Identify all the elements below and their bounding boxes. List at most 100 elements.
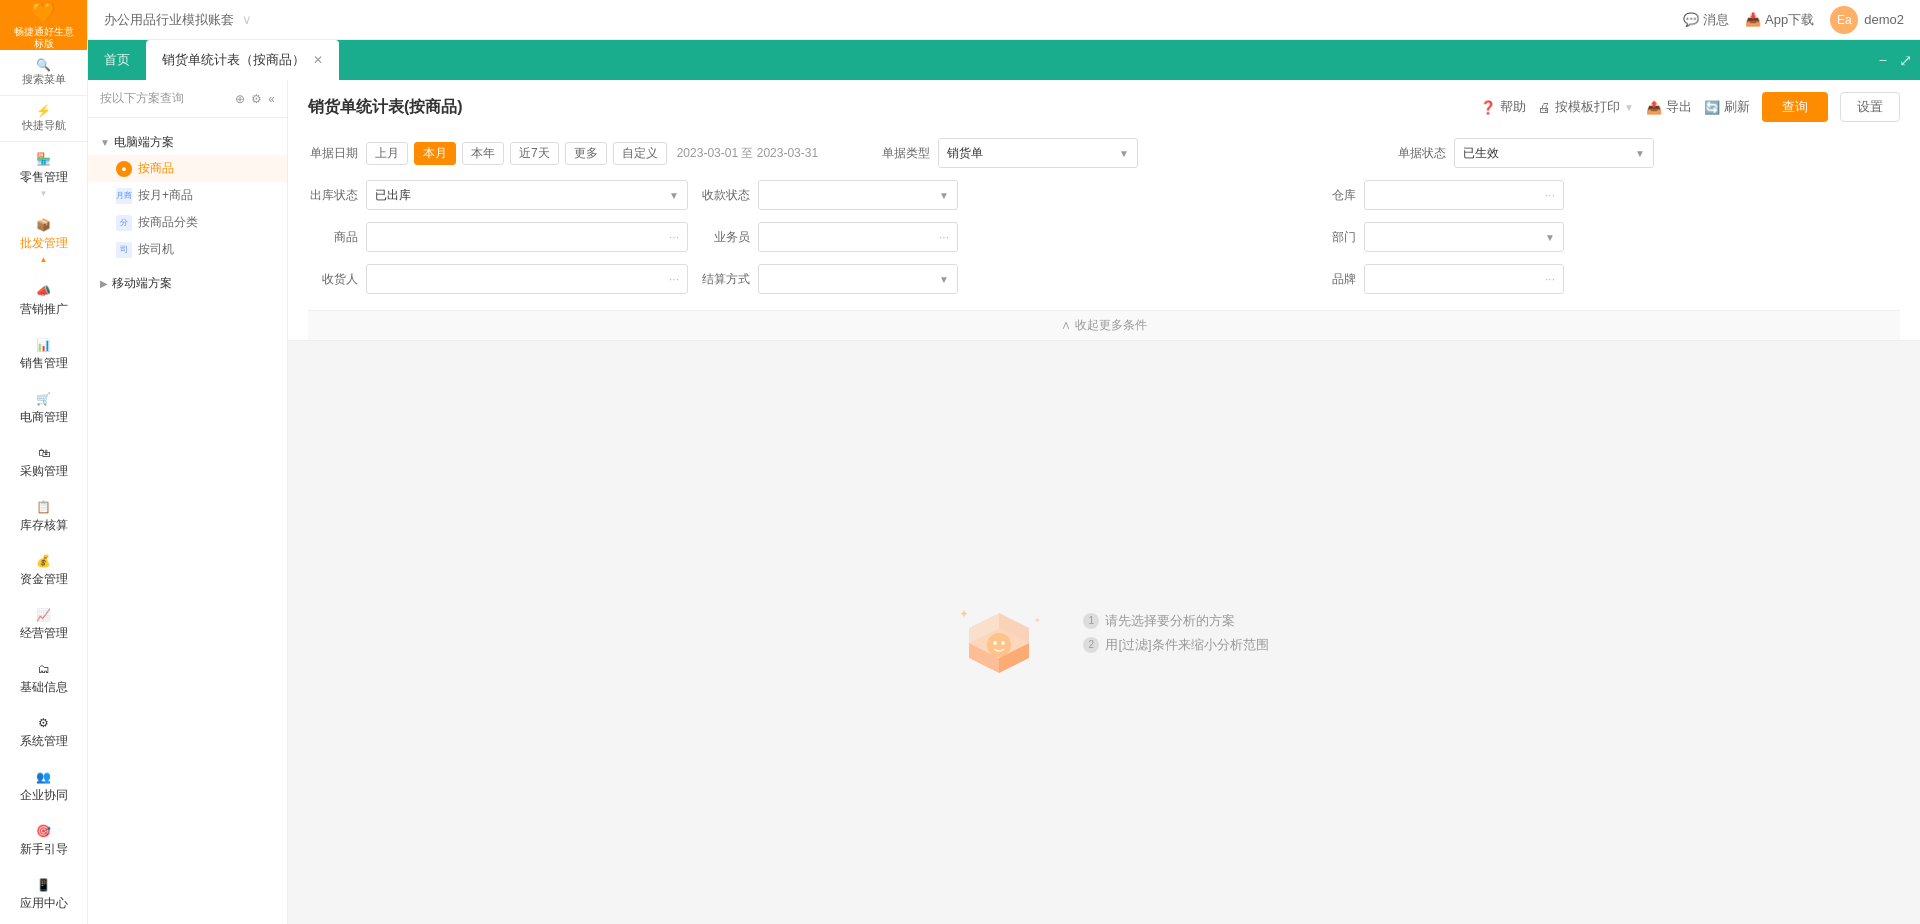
staff-filter: 业务员 ···	[700, 222, 1294, 252]
settle-select[interactable]: ▼	[758, 264, 958, 294]
date-custom[interactable]: 自定义	[613, 142, 667, 165]
tab-home[interactable]: 首页	[88, 40, 146, 80]
query-button[interactable]: 查询	[1762, 92, 1828, 122]
receiver-filter: 收货人 ···	[308, 264, 688, 294]
basic-icon: 🗂	[38, 662, 50, 676]
sidebar-search[interactable]: 🔍 搜索菜单	[0, 50, 87, 96]
goods-input[interactable]: ···	[366, 222, 688, 252]
sidebar-item-inventory[interactable]: 📋 库存核算	[0, 490, 87, 544]
finance-icon: 💰	[36, 554, 51, 568]
sidebar-item-enterprise[interactable]: 👥 企业协同	[0, 760, 87, 814]
quick-nav-icon: ⚡	[0, 104, 87, 118]
dept-arrow-icon: ▼	[1545, 232, 1555, 243]
out-status-filter: 出库状态 已出库 ▼	[308, 180, 688, 210]
username: demo2	[1864, 12, 1904, 27]
sidebar-item-quick-nav[interactable]: ⚡ 快捷导航	[0, 96, 87, 142]
topbar-left: 办公用品行业模拟账套 ∨	[104, 11, 252, 29]
sidebar-item-purchase[interactable]: 🛍 采购管理	[0, 436, 87, 490]
filter-row-4: 收货人 ··· 结算方式 ▼	[308, 264, 1900, 294]
tab-sales-stat[interactable]: 销货单统计表（按商品） ✕	[146, 40, 339, 80]
sales-stat-tab-label: 销货单统计表（按商品）	[162, 51, 305, 69]
export-btn[interactable]: 📤 导出	[1646, 98, 1692, 116]
step-1-num: 1	[1083, 613, 1099, 629]
date-last-month[interactable]: 上月	[366, 142, 408, 165]
apps-icon: 📱	[36, 878, 51, 892]
sidebar-item-sales[interactable]: 📊 销售管理	[0, 328, 87, 382]
page-header: 销货单统计表(按商品) ❓ 帮助 🖨 按模板打印 ▼ 📤	[288, 80, 1920, 341]
message-btn[interactable]: 💬 消息	[1683, 11, 1729, 29]
user-profile[interactable]: Ea demo2	[1830, 6, 1904, 34]
panel-icons: ⊕ ⚙ «	[235, 92, 275, 106]
collapse-bar[interactable]: ∧ 收起更多条件	[308, 310, 1900, 340]
goods-label: 商品	[308, 229, 358, 246]
page-header-top: 销货单统计表(按商品) ❓ 帮助 🖨 按模板打印 ▼ 📤	[308, 92, 1900, 122]
out-select[interactable]: 已出库 ▼	[366, 180, 688, 210]
tree-item-by-month-product[interactable]: 月商 按月+商品	[88, 182, 287, 209]
date-more[interactable]: 更多	[565, 142, 607, 165]
tree-item-by-category[interactable]: 分 按商品分类	[88, 209, 287, 236]
sidebar-item-guide[interactable]: 🎯 新手引导	[0, 814, 87, 868]
product-dot-icon: ●	[116, 161, 132, 177]
date-this-month[interactable]: 本月	[414, 142, 456, 165]
sidebar-item-operation[interactable]: 📈 经营管理	[0, 598, 87, 652]
filter-row-2: 出库状态 已出库 ▼ 收款状态 ▼	[308, 180, 1900, 210]
sidebar-item-marketing[interactable]: 📣 营销推广	[0, 274, 87, 328]
sidebar: 🧡 畅捷通好生意 标版 🔍 搜索菜单 ⚡ 快捷导航 🏪 零售管理 ▼ 📦 批发管…	[0, 0, 88, 924]
brand-input[interactable]: ···	[1364, 264, 1564, 294]
minimize-btn[interactable]: －	[1875, 50, 1891, 71]
goods-filter: 商品 ···	[308, 222, 688, 252]
brand-filter: 品牌 ···	[1306, 264, 1900, 294]
sales-icon: 📊	[36, 338, 51, 352]
sidebar-item-ecommerce[interactable]: 🛒 电商管理	[0, 382, 87, 436]
warehouse-dots[interactable]: ···	[1545, 188, 1555, 202]
date-label: 单据日期	[308, 145, 358, 162]
sidebar-item-system[interactable]: ⚙ 系统管理	[0, 706, 87, 760]
app-download-btn[interactable]: 📥 App下载	[1745, 11, 1814, 29]
logo-icon: 🧡	[31, 0, 56, 24]
add-scheme-icon[interactable]: ⊕	[235, 92, 245, 106]
receiver-label: 收货人	[308, 271, 358, 288]
print-btn[interactable]: 🖨 按模板打印 ▼	[1538, 98, 1634, 116]
purchase-icon: 🛍	[38, 446, 50, 460]
type-select[interactable]: 销货单 ▼	[938, 138, 1138, 168]
settings-scheme-icon[interactable]: ⚙	[251, 92, 262, 106]
breadcrumb: 办公用品行业模拟账套	[104, 11, 234, 29]
sidebar-item-basic[interactable]: 🗂 基础信息	[0, 652, 87, 706]
tabbar-actions: － ⤢	[1875, 50, 1920, 71]
empty-illustration: ✦ ✦	[939, 583, 1059, 683]
dept-filter: 部门 ▼	[1306, 222, 1900, 252]
collect-select[interactable]: ▼	[758, 180, 958, 210]
staff-input[interactable]: ···	[758, 222, 958, 252]
tree-group-mobile-label[interactable]: ▶ 移动端方案	[88, 271, 287, 296]
receiver-input[interactable]: ···	[366, 264, 688, 294]
main-wrapper: 办公用品行业模拟账套 ∨ 💬 消息 📥 App下载 Ea demo2 首页 销货…	[88, 0, 1920, 924]
tree-item-by-printer[interactable]: 司 按司机	[88, 236, 287, 263]
sidebar-item-wholesale[interactable]: 📦 批发管理 ▲	[0, 208, 87, 274]
sidebar-item-finance[interactable]: 💰 资金管理	[0, 544, 87, 598]
warehouse-input[interactable]: ···	[1364, 180, 1564, 210]
setting-button[interactable]: 设置	[1840, 92, 1900, 122]
collapse-panel-icon[interactable]: «	[268, 92, 275, 106]
refresh-btn[interactable]: 🔄 刷新	[1704, 98, 1750, 116]
date-last-7-days[interactable]: 近7天	[510, 142, 559, 165]
status-select[interactable]: 已生效 ▼	[1454, 138, 1654, 168]
sidebar-item-retail[interactable]: 🏪 零售管理 ▼	[0, 142, 87, 208]
receiver-dots[interactable]: ···	[669, 272, 679, 286]
tab-close-icon[interactable]: ✕	[313, 53, 323, 67]
page-actions: ❓ 帮助 🖨 按模板打印 ▼ 📤 导出 🔄	[1480, 92, 1900, 122]
tree-item-by-product[interactable]: ● 按商品	[88, 155, 287, 182]
topbar: 办公用品行业模拟账套 ∨ 💬 消息 📥 App下载 Ea demo2	[88, 0, 1920, 40]
help-btn[interactable]: ❓ 帮助	[1480, 98, 1526, 116]
maximize-btn[interactable]: ⤢	[1899, 51, 1912, 70]
page-area: 按以下方案查询 ⊕ ⚙ « ▼ 电脑端方案 ● 按商品	[88, 80, 1920, 924]
staff-dots[interactable]: ···	[939, 230, 949, 244]
sidebar-item-apps[interactable]: 📱 应用中心	[0, 868, 87, 922]
brand-dots[interactable]: ···	[1545, 272, 1555, 286]
tree-group-desktop-label[interactable]: ▼ 电脑端方案	[88, 130, 287, 155]
collect-filter: 收款状态 ▼	[700, 180, 1294, 210]
goods-dots[interactable]: ···	[669, 230, 679, 244]
date-this-year[interactable]: 本年	[462, 142, 504, 165]
out-label: 出库状态	[308, 187, 358, 204]
operation-icon: 📈	[36, 608, 51, 622]
dept-select[interactable]: ▼	[1364, 222, 1564, 252]
